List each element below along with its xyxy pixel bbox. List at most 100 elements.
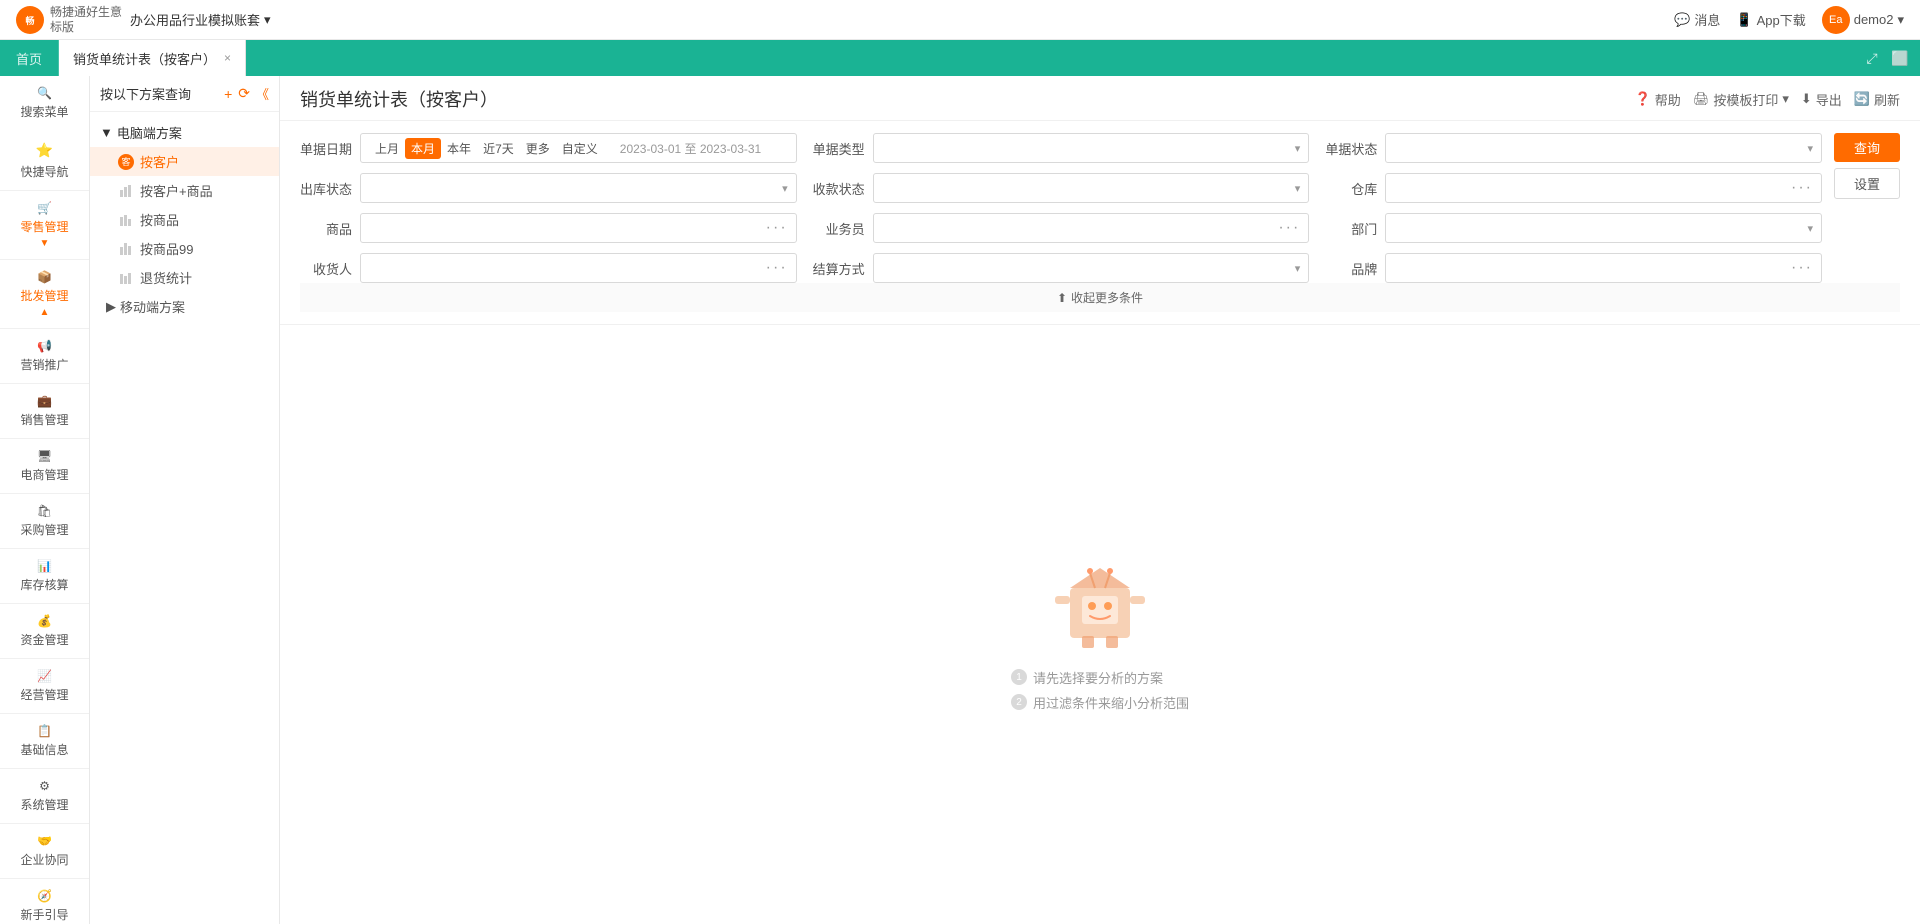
refresh-btn[interactable]: 🔄 刷新 (1854, 90, 1900, 109)
settings-button[interactable]: 设置 (1834, 168, 1900, 199)
query-button[interactable]: 查询 (1834, 133, 1900, 162)
tab-close-btn[interactable]: × (224, 51, 231, 65)
tree-mobile-expand-icon: ▶ (106, 299, 116, 315)
filter-row-4: 收货人 ··· 结算方式 (300, 253, 1822, 283)
salesman-control[interactable]: ··· (873, 213, 1310, 243)
tree-item-by-goods[interactable]: 按商品 (90, 205, 279, 234)
scheme-tree: ▼ 电脑端方案 客 按客户 按客户+商品 (90, 112, 279, 924)
sidebar-item-operation[interactable]: 📈 经营管理 (0, 659, 89, 714)
tree-group-desktop: ▼ 电脑端方案 客 按客户 按客户+商品 (90, 118, 279, 292)
scheme-header: 按以下方案查询 + ⟳ 《 (90, 76, 279, 112)
filter-row-1: 单据日期 上月 本月 本年 近7天 更多 自定义 (300, 133, 1822, 163)
delivery-control[interactable] (360, 173, 797, 203)
tree-group-desktop-header[interactable]: ▼ 电脑端方案 (90, 118, 279, 147)
warehouse-control[interactable]: ··· (1385, 173, 1822, 203)
message-btn[interactable]: 💬 消息 (1674, 10, 1720, 29)
search-icon: 🔍 (37, 86, 52, 100)
sidebar-quick-nav[interactable]: ⭐ 快捷导航 (0, 130, 89, 191)
department-control[interactable] (1385, 213, 1822, 243)
receiver-control[interactable]: ··· (360, 253, 797, 283)
sidebar-item-purchase[interactable]: 🛍 采购管理 (0, 494, 89, 549)
sidebar-item-wholesale[interactable]: 📦 批发管理 ▲ (0, 260, 89, 329)
filter-delivery: 出库状态 (300, 173, 797, 203)
refresh-icon: 🔄 (1854, 91, 1870, 107)
sidebar-item-sales[interactable]: 💼 销售管理 (0, 384, 89, 439)
sidebar-item-ecommerce[interactable]: 🖥 电商管理 (0, 439, 89, 494)
date-tab-more[interactable]: 更多 (520, 138, 556, 159)
payment-control[interactable] (873, 173, 1310, 203)
sidebar-item-system[interactable]: ⚙ 系统管理 (0, 769, 89, 824)
content-area: 按以下方案查询 + ⟳ 《 ▼ 电脑端方案 客 按客户 (90, 76, 1920, 924)
chart-icon-1 (118, 183, 134, 199)
tree-group-mobile-header[interactable]: ▶ 移动端方案 (90, 292, 279, 321)
delivery-label: 出库状态 (300, 179, 360, 198)
filter-section: 单据日期 上月 本月 本年 近7天 更多 自定义 (300, 133, 1900, 283)
chart-icon-2 (118, 212, 134, 228)
settlement-control[interactable] (873, 253, 1310, 283)
warehouse-dots: ··· (1791, 179, 1813, 197)
print-btn[interactable]: 🖨 按模板打印 ▾ (1693, 90, 1789, 109)
tree-group-label: 电脑端方案 (117, 123, 182, 142)
help-btn[interactable]: ❓ 帮助 (1635, 90, 1681, 109)
date-tab-this-month[interactable]: 本月 (405, 138, 441, 159)
date-tab-last-month[interactable]: 上月 (369, 138, 405, 159)
sidebar-item-inventory[interactable]: 📊 库存核算 (0, 549, 89, 604)
brand-control[interactable]: ··· (1385, 253, 1822, 283)
scheme-add-btn[interactable]: + (224, 86, 232, 102)
help-icon: ❓ (1635, 91, 1651, 107)
customer-icon: 客 (118, 154, 134, 170)
receiver-dots: ··· (766, 259, 788, 277)
export-icon: ⬇ (1801, 91, 1812, 107)
sidebar-item-enterprise[interactable]: 🤝 企业协同 (0, 824, 89, 879)
collapse-bar[interactable]: ⬆ 收起更多条件 (300, 283, 1900, 312)
goods-control[interactable]: ··· (360, 213, 797, 243)
tab-restore-btn[interactable]: ⤢ (1860, 46, 1884, 70)
quick-nav-icon: ⭐ (35, 140, 55, 160)
tab-maximize-btn[interactable]: ⬜ (1888, 46, 1912, 70)
logo-icon: 畅 (16, 6, 44, 34)
empty-hint-2: 2 用过滤条件来缩小分析范围 (1011, 693, 1189, 712)
date-tab-this-year[interactable]: 本年 (441, 138, 477, 159)
empty-hints: 1 请先选择要分析的方案 2 用过滤条件来缩小分析范围 (1011, 668, 1189, 712)
scheme-panel: 按以下方案查询 + ⟳ 《 ▼ 电脑端方案 客 按客户 (90, 76, 280, 924)
date-label: 单据日期 (300, 139, 360, 158)
page-title: 销货单统计表（按客户） (300, 86, 498, 112)
top-header: 畅 畅捷通好生意 标版 办公用品行业模拟账套 ▾ 💬 消息 📱 App下载 Ea… (0, 0, 1920, 40)
tree-item-customer-goods[interactable]: 按客户+商品 (90, 176, 279, 205)
tab-active[interactable]: 销货单统计表（按客户） × (59, 40, 246, 76)
sidebar-item-guide[interactable]: 🧭 新手引导 (0, 879, 89, 924)
order-status-label: 单据状态 (1325, 139, 1385, 158)
breadcrumb[interactable]: 办公用品行业模拟账套 ▾ (130, 10, 271, 29)
order-type-control[interactable] (873, 133, 1310, 163)
scheme-title: 按以下方案查询 (100, 84, 191, 103)
tree-item-goods99[interactable]: 按商品99 (90, 234, 279, 263)
header-left: 畅 畅捷通好生意 标版 办公用品行业模拟账套 ▾ (16, 5, 271, 34)
sidebar-item-marketing[interactable]: 📢 营销推广 (0, 329, 89, 384)
date-tab-custom[interactable]: 自定义 (556, 138, 604, 159)
user-menu[interactable]: Ea demo2 ▾ (1822, 6, 1904, 34)
settlement-chevron (1295, 262, 1301, 275)
tab-home[interactable]: 首页 (0, 40, 59, 76)
date-range: 2023-03-01 至 2023-03-31 (620, 140, 761, 157)
scheme-refresh-btn[interactable]: ⟳ (238, 85, 250, 102)
tab-bar: 首页 销货单统计表（按客户） × ⤢ ⬜ (0, 40, 1920, 76)
sidebar-item-finance[interactable]: 💰 资金管理 (0, 604, 89, 659)
chart-icon-4 (118, 270, 134, 286)
sidebar-item-retail[interactable]: 🛒 零售管理 ▼ (0, 191, 89, 260)
tree-item-by-customer[interactable]: 客 按客户 (90, 147, 279, 176)
sidebar-search[interactable]: 🔍 搜索菜单 (0, 76, 89, 130)
logo-text: 畅捷通好生意 标版 (50, 5, 122, 34)
breadcrumb-text: 办公用品行业模拟账套 (130, 10, 260, 29)
scheme-collapse-btn[interactable]: 《 (256, 84, 269, 103)
tree-item-return-stats[interactable]: 退货统计 (90, 263, 279, 292)
hint-num-2: 2 (1011, 694, 1027, 710)
empty-hint-1: 1 请先选择要分析的方案 (1011, 668, 1189, 687)
order-status-control[interactable] (1385, 133, 1822, 163)
date-control[interactable]: 上月 本月 本年 近7天 更多 自定义 2023-03-01 至 2023-03… (360, 133, 797, 163)
scheme-actions: + ⟳ 《 (224, 84, 269, 103)
export-btn[interactable]: ⬇ 导出 (1801, 90, 1842, 109)
empty-illustration (1040, 538, 1160, 658)
sidebar-item-basic[interactable]: 📋 基础信息 (0, 714, 89, 769)
app-download-btn[interactable]: 📱 App下载 (1736, 10, 1805, 29)
date-tab-7days[interactable]: 近7天 (477, 138, 520, 159)
